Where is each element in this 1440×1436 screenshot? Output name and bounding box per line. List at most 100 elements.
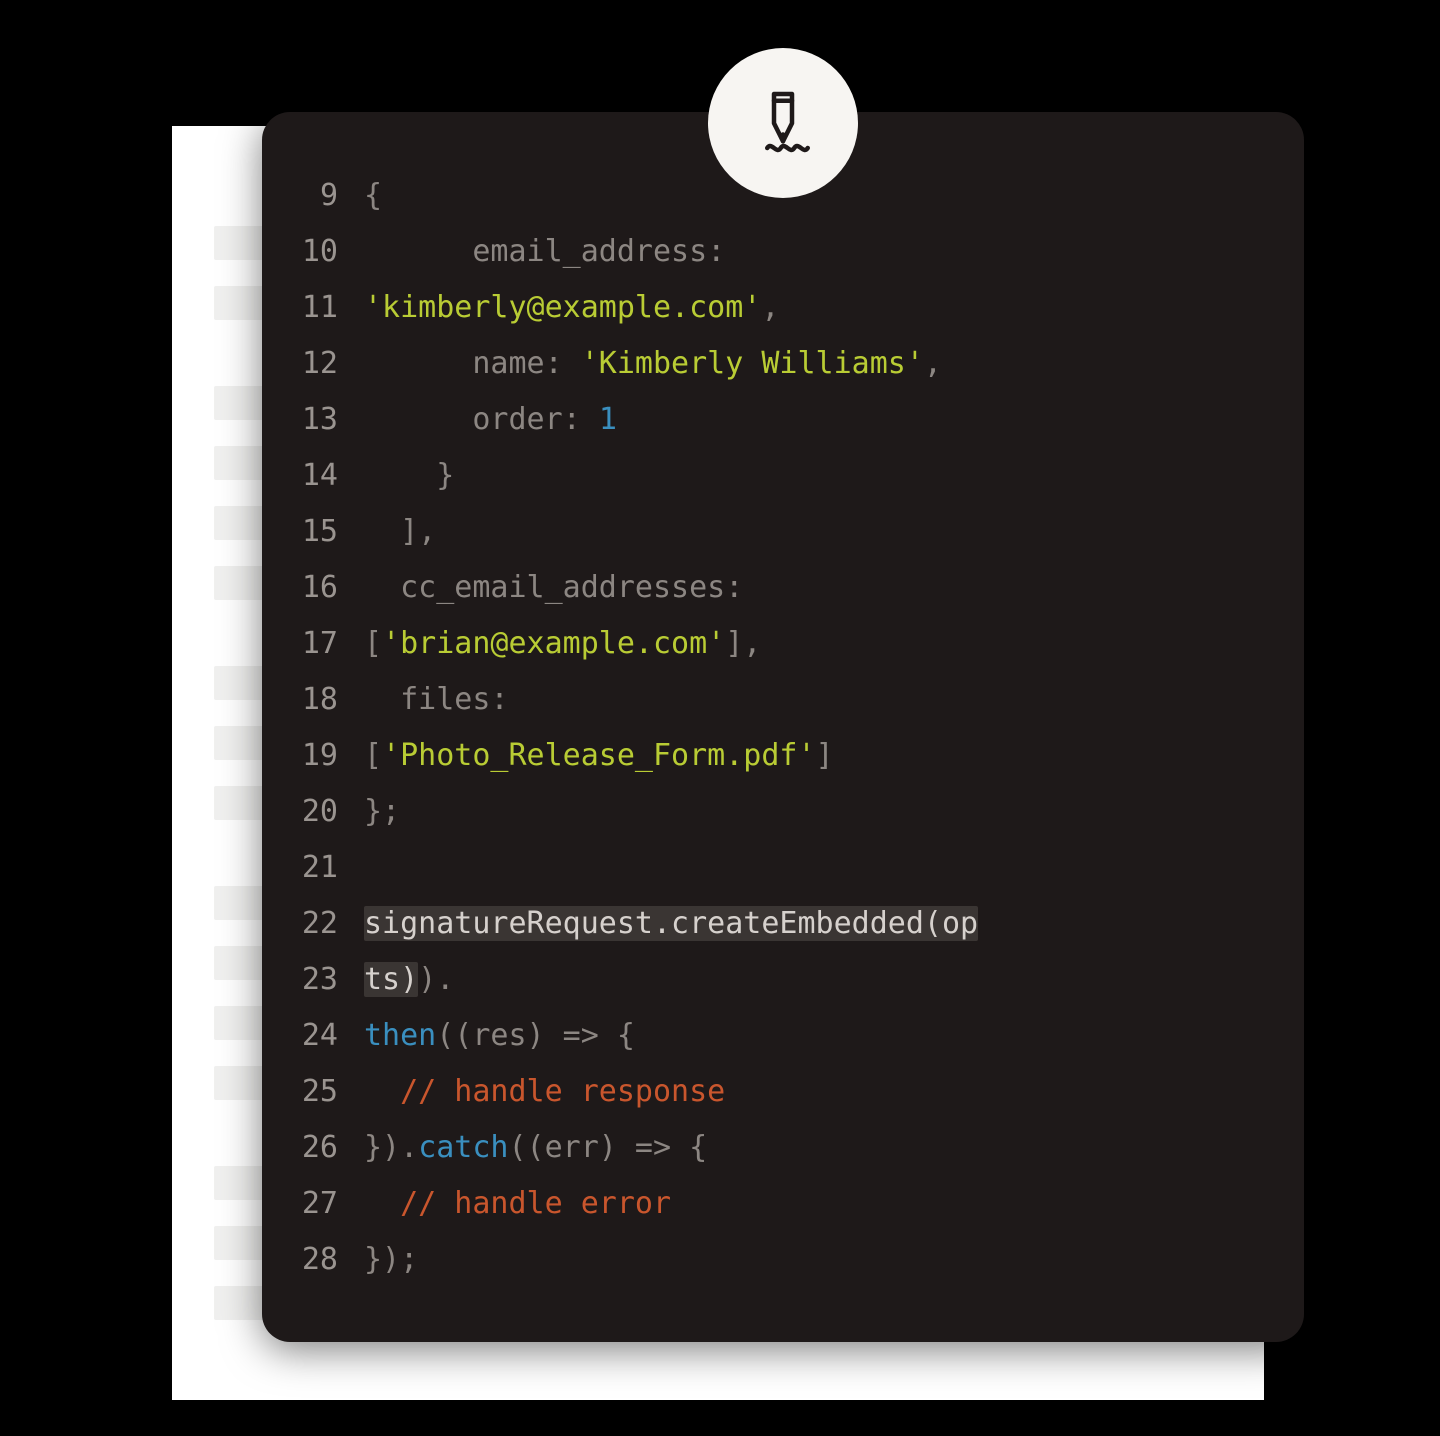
- code-editor-card: 9{10 email_address:11'kimberly@example.c…: [262, 112, 1304, 1342]
- token-punct: ]: [816, 738, 834, 773]
- line-number: 13: [292, 392, 364, 448]
- token-prop: name: [472, 346, 544, 381]
- token-punct: ((res) => {: [436, 1018, 635, 1053]
- code-line: 20};: [292, 784, 1274, 840]
- code-line: 17['brian@example.com'],: [292, 616, 1274, 672]
- code-line: 16 cc_email_addresses:: [292, 560, 1274, 616]
- token-default: signatureRequest.createEmbedded(op: [364, 906, 978, 941]
- token-punct: }: [364, 458, 454, 493]
- token-default: ts): [364, 962, 418, 997]
- code-line: 14 }: [292, 448, 1274, 504]
- token-punct: [: [364, 738, 382, 773]
- code-line: 19['Photo_Release_Form.pdf']: [292, 728, 1274, 784]
- code-content[interactable]: ],: [364, 504, 1274, 560]
- code-line: 25 // handle response: [292, 1064, 1274, 1120]
- code-content[interactable]: name: 'Kimberly Williams',: [364, 336, 1274, 392]
- token-default: [364, 346, 472, 381]
- token-punct: :: [490, 682, 508, 717]
- token-punct: :: [563, 402, 599, 437]
- token-prop: email_address: [472, 234, 707, 269]
- code-content[interactable]: ts)).: [364, 952, 1274, 1008]
- code-content[interactable]: files:: [364, 672, 1274, 728]
- token-kw: then: [364, 1018, 436, 1053]
- line-number: 20: [292, 784, 364, 840]
- line-number: 19: [292, 728, 364, 784]
- code-line: 13 order: 1: [292, 392, 1274, 448]
- token-punct: :: [545, 346, 581, 381]
- code-content[interactable]: {: [364, 168, 1274, 224]
- code-content[interactable]: signatureRequest.createEmbedded(op: [364, 896, 1274, 952]
- code-content[interactable]: cc_email_addresses:: [364, 560, 1274, 616]
- line-number: 24: [292, 1008, 364, 1064]
- line-number: 23: [292, 952, 364, 1008]
- code-content[interactable]: };: [364, 784, 1274, 840]
- token-punct: };: [364, 794, 400, 829]
- line-number: 10: [292, 224, 364, 280]
- line-number: 9: [292, 168, 364, 224]
- signature-icon: [747, 85, 819, 161]
- code-line: 23ts)).: [292, 952, 1274, 1008]
- code-line: 24then((res) => {: [292, 1008, 1274, 1064]
- token-kw: catch: [418, 1130, 508, 1165]
- code-line: 21: [292, 840, 1274, 896]
- token-str: 'kimberly@example.com': [364, 290, 761, 325]
- code-content[interactable]: then((res) => {: [364, 1008, 1274, 1064]
- line-number: 17: [292, 616, 364, 672]
- code-content[interactable]: });: [364, 1232, 1274, 1288]
- token-str: 'brian@example.com': [382, 626, 725, 661]
- line-number: 28: [292, 1232, 364, 1288]
- token-comment: // handle response: [364, 1074, 725, 1109]
- code-line: 27 // handle error: [292, 1176, 1274, 1232]
- line-number: 11: [292, 280, 364, 336]
- token-default: [364, 234, 472, 269]
- line-number: 26: [292, 1120, 364, 1176]
- code-content[interactable]: 'kimberly@example.com',: [364, 280, 1274, 336]
- token-punct: ).: [418, 962, 454, 997]
- line-number: 15: [292, 504, 364, 560]
- token-punct: }).: [364, 1130, 418, 1165]
- token-str: 'Photo_Release_Form.pdf': [382, 738, 815, 773]
- token-prop: cc_email_addresses: [400, 570, 725, 605]
- code-content[interactable]: email_address:: [364, 224, 1274, 280]
- code-content[interactable]: order: 1: [364, 392, 1274, 448]
- code-content[interactable]: // handle error: [364, 1176, 1274, 1232]
- code-line: 22signatureRequest.createEmbedded(op: [292, 896, 1274, 952]
- code-line: 9{: [292, 168, 1274, 224]
- line-number: 14: [292, 448, 364, 504]
- token-punct: {: [364, 178, 382, 213]
- code-line: 28});: [292, 1232, 1274, 1288]
- line-number: 18: [292, 672, 364, 728]
- line-number: 22: [292, 896, 364, 952]
- code-content[interactable]: ['brian@example.com'],: [364, 616, 1274, 672]
- line-number: 12: [292, 336, 364, 392]
- token-punct: ,: [924, 346, 942, 381]
- code-line: 10 email_address:: [292, 224, 1274, 280]
- code-content[interactable]: }: [364, 448, 1274, 504]
- token-punct: :: [725, 570, 743, 605]
- token-num: 1: [599, 402, 617, 437]
- token-punct: ((err) => {: [509, 1130, 708, 1165]
- code-area[interactable]: 9{10 email_address:11'kimberly@example.c…: [292, 168, 1274, 1302]
- code-line: 26}).catch((err) => {: [292, 1120, 1274, 1176]
- line-number: 16: [292, 560, 364, 616]
- code-content[interactable]: [364, 840, 1274, 896]
- token-prop: files: [400, 682, 490, 717]
- code-line: 12 name: 'Kimberly Williams',: [292, 336, 1274, 392]
- code-content[interactable]: // handle response: [364, 1064, 1274, 1120]
- line-number: 21: [292, 840, 364, 896]
- token-punct: ],: [725, 626, 761, 661]
- token-comment: // handle error: [364, 1186, 671, 1221]
- token-default: [364, 570, 400, 605]
- token-default: [364, 682, 400, 717]
- line-number: 27: [292, 1176, 364, 1232]
- line-number: 25: [292, 1064, 364, 1120]
- token-punct: [: [364, 626, 382, 661]
- token-punct: :: [707, 234, 725, 269]
- code-line: 11'kimberly@example.com',: [292, 280, 1274, 336]
- token-punct: ],: [364, 514, 436, 549]
- code-line: 18 files:: [292, 672, 1274, 728]
- token-punct: });: [364, 1242, 418, 1277]
- code-content[interactable]: }).catch((err) => {: [364, 1120, 1274, 1176]
- code-content[interactable]: ['Photo_Release_Form.pdf']: [364, 728, 1274, 784]
- token-prop: order: [472, 402, 562, 437]
